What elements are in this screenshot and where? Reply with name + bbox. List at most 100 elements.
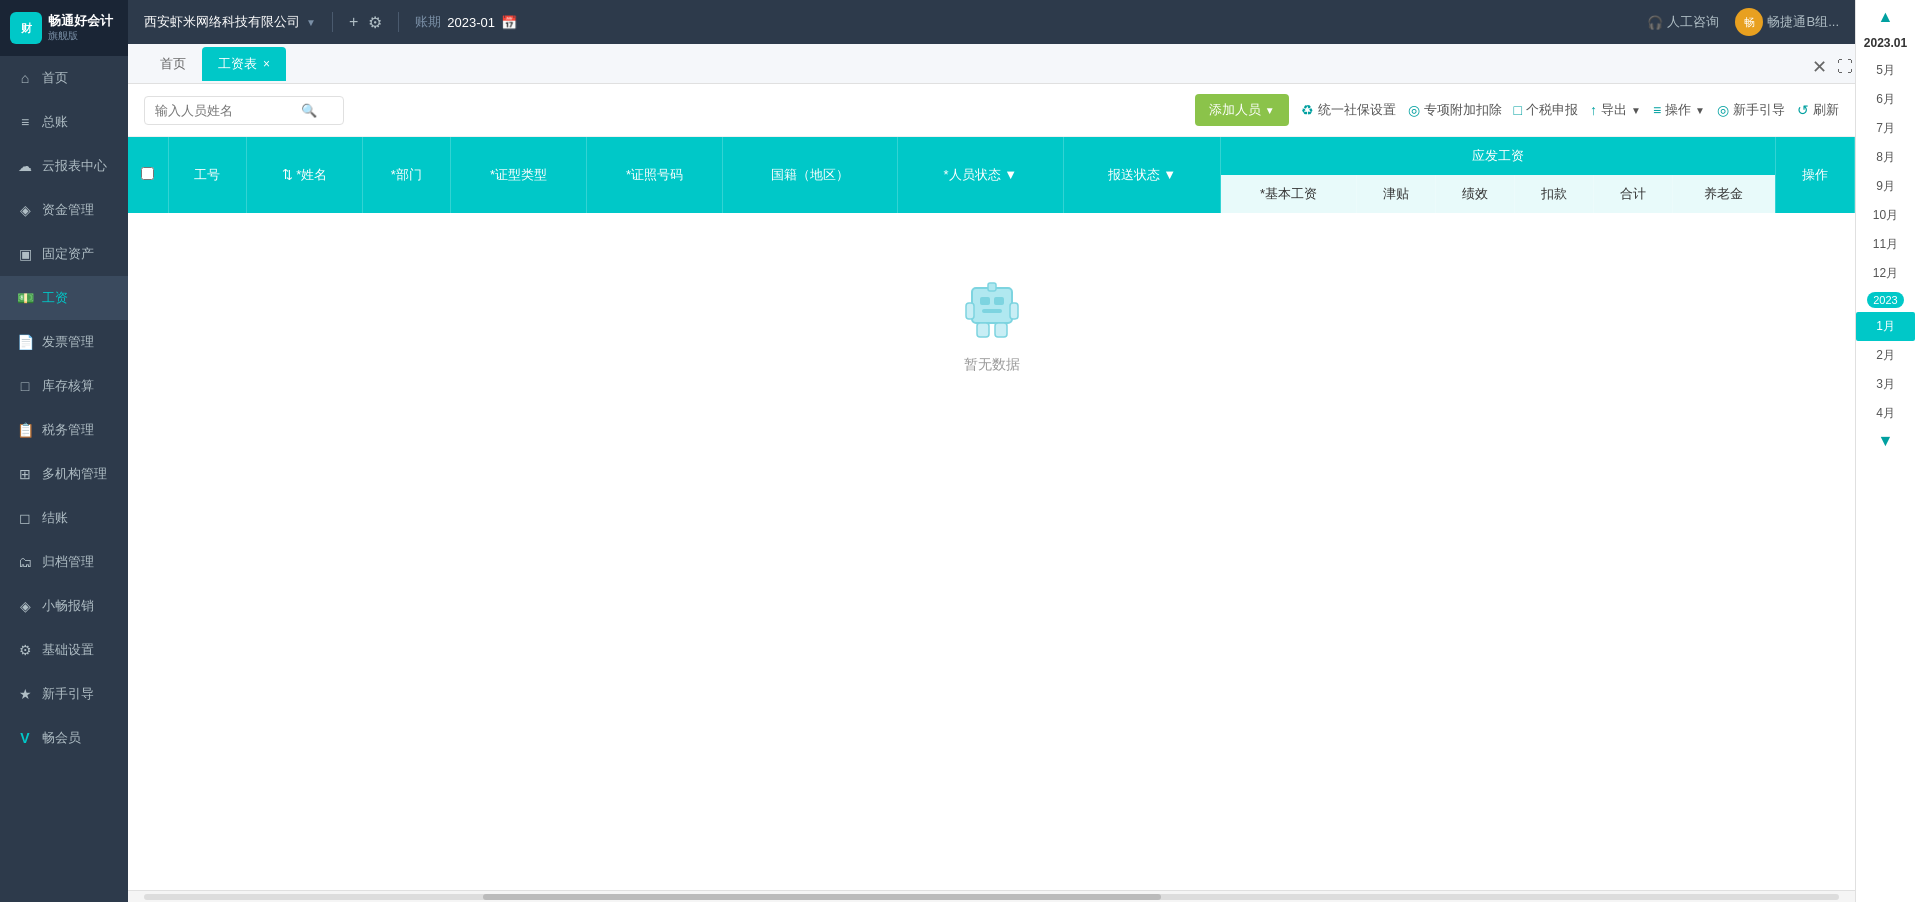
company-settings-button[interactable]: ⚙ bbox=[368, 13, 382, 32]
month-item-8[interactable]: 8月 bbox=[1856, 143, 1915, 172]
sidebar-item-label: 固定资产 bbox=[42, 245, 94, 263]
export-label: 导出 bbox=[1601, 101, 1627, 119]
svg-rect-2 bbox=[994, 297, 1004, 305]
salary-icon: 💵 bbox=[16, 290, 34, 306]
special-deduction-label: 专项附加扣除 bbox=[1424, 101, 1502, 119]
select-all-checkbox[interactable] bbox=[141, 167, 154, 180]
month-item-7[interactable]: 7月 bbox=[1856, 114, 1915, 143]
tab-salary-table[interactable]: 工资表 × bbox=[202, 47, 286, 81]
sidebar-item-settings[interactable]: ⚙ 基础设置 bbox=[0, 628, 128, 672]
special-deduction-button[interactable]: ◎ 专项附加扣除 bbox=[1408, 101, 1502, 119]
period-value: 2023-01 bbox=[447, 15, 495, 30]
person-status-filter-icon[interactable]: ▼ bbox=[1004, 167, 1017, 182]
sidebar-item-member[interactable]: V 畅会员 bbox=[0, 716, 128, 760]
logo-text: 畅通好会计 bbox=[48, 13, 113, 29]
right-panel: ▲ 2023.01 5月 6月 7月 8月 9月 10月 11月 12月 202… bbox=[1855, 0, 1915, 902]
svg-rect-8 bbox=[995, 323, 1007, 337]
sidebar-item-cloud-report[interactable]: ☁ 云报表中心 bbox=[0, 144, 128, 188]
svg-rect-7 bbox=[977, 323, 989, 337]
month-item-4[interactable]: 4月 bbox=[1856, 399, 1915, 428]
horizontal-scrollbar[interactable] bbox=[128, 890, 1855, 902]
tab-salary-label: 工资表 bbox=[218, 55, 257, 73]
cloud-icon: ☁ bbox=[16, 158, 34, 174]
sidebar-item-guide[interactable]: ★ 新手引导 bbox=[0, 672, 128, 716]
year-badge: 2023 bbox=[1867, 292, 1903, 308]
svg-rect-3 bbox=[982, 309, 1002, 313]
topbar-divider-2 bbox=[398, 12, 399, 32]
panel-down-arrow[interactable]: ▼ bbox=[1874, 428, 1898, 454]
month-item-9[interactable]: 9月 bbox=[1856, 172, 1915, 201]
search-box[interactable]: 🔍 bbox=[144, 96, 344, 125]
search-input[interactable] bbox=[155, 103, 295, 118]
user-menu[interactable]: 畅 畅捷通B组... bbox=[1735, 8, 1839, 36]
period-label: 账期 bbox=[415, 13, 441, 31]
close-panel-icon[interactable]: ✕ bbox=[1812, 56, 1827, 78]
scrollbar-thumb[interactable] bbox=[483, 894, 1161, 900]
th-base-salary: *基本工资 bbox=[1221, 175, 1357, 213]
month-item-12[interactable]: 12月 bbox=[1856, 259, 1915, 288]
panel-period: 2023.01 bbox=[1860, 30, 1911, 56]
add-chevron-icon: ▼ bbox=[1265, 105, 1275, 116]
sidebar-item-label: 归档管理 bbox=[42, 553, 94, 571]
month-item-6[interactable]: 6月 bbox=[1856, 85, 1915, 114]
month-item-3[interactable]: 3月 bbox=[1856, 370, 1915, 399]
th-name: ⇅ *姓名 bbox=[247, 137, 362, 213]
sidebar-item-inventory[interactable]: □ 库存核算 bbox=[0, 364, 128, 408]
export-icon: ↑ bbox=[1590, 102, 1597, 118]
personal-tax-button[interactable]: □ 个税申报 bbox=[1514, 101, 1578, 119]
sidebar-item-expense[interactable]: ◈ 小畅报销 bbox=[0, 584, 128, 628]
period-selector[interactable]: 账期 2023-01 📅 bbox=[415, 13, 517, 31]
sidebar-item-invoice[interactable]: 📄 发票管理 bbox=[0, 320, 128, 364]
add-person-button[interactable]: 添加人员 ▼ bbox=[1195, 94, 1289, 126]
guide-label: 新手引导 bbox=[1733, 101, 1785, 119]
sidebar-item-ledger[interactable]: ≡ 总账 bbox=[0, 100, 128, 144]
refresh-button[interactable]: ↺ 刷新 bbox=[1797, 101, 1839, 119]
empty-illustration bbox=[952, 273, 1032, 353]
export-button[interactable]: ↑ 导出 ▼ bbox=[1590, 101, 1641, 119]
asset-icon: ▣ bbox=[16, 246, 34, 262]
sidebar-item-label: 发票管理 bbox=[42, 333, 94, 351]
sidebar-item-archive[interactable]: 🗂 归档管理 bbox=[0, 540, 128, 584]
month-item-2[interactable]: 2月 bbox=[1856, 341, 1915, 370]
month-item-10[interactable]: 10月 bbox=[1856, 201, 1915, 230]
sidebar-item-salary[interactable]: 💵 工资 bbox=[0, 276, 128, 320]
table-container: 工号 ⇅ *姓名 *部门 *证型类型 *证照号码 国籍（地区） *人员状态 ▼ … bbox=[128, 137, 1855, 890]
content-area: 🔍 添加人员 ▼ ♻ 统一社保设置 ◎ 专项附加扣除 □ 个税申报 bbox=[128, 84, 1855, 902]
sidebar-item-home[interactable]: ⌂ 首页 bbox=[0, 56, 128, 100]
add-company-button[interactable]: + bbox=[349, 13, 358, 31]
archive-icon: 🗂 bbox=[16, 554, 34, 570]
table-header-row-1: 工号 ⇅ *姓名 *部门 *证型类型 *证照号码 国籍（地区） *人员状态 ▼ … bbox=[128, 137, 1855, 175]
sidebar-item-tax[interactable]: 📋 税务管理 bbox=[0, 408, 128, 452]
sidebar-item-multi-org[interactable]: ⊞ 多机构管理 bbox=[0, 452, 128, 496]
guide-button[interactable]: ◎ 新手引导 bbox=[1717, 101, 1785, 119]
sidebar-logo: 财 畅通好会计 旗舰版 bbox=[0, 0, 128, 56]
sidebar: 财 畅通好会计 旗舰版 ⌂ 首页 ≡ 总账 ☁ 云报表中心 ◈ 资金管理 ▣ 固… bbox=[0, 0, 128, 902]
expand-panel-icon[interactable]: ⛶ bbox=[1837, 58, 1853, 76]
company-selector[interactable]: 西安虾米网络科技有限公司 ▼ bbox=[144, 13, 316, 31]
panel-up-arrow[interactable]: ▲ bbox=[1874, 4, 1898, 30]
month-item-1[interactable]: 1月 bbox=[1856, 312, 1915, 341]
tab-close-icon[interactable]: × bbox=[263, 57, 270, 71]
month-item-5[interactable]: 5月 bbox=[1856, 56, 1915, 85]
company-chevron-icon: ▼ bbox=[306, 17, 316, 28]
th-pension: 养老金 bbox=[1673, 175, 1776, 213]
close-book-icon: ◻ bbox=[16, 510, 34, 526]
checkbox-header[interactable] bbox=[128, 137, 168, 213]
sidebar-item-close[interactable]: ◻ 结账 bbox=[0, 496, 128, 540]
report-status-filter-icon[interactable]: ▼ bbox=[1163, 167, 1176, 182]
salary-table: 工号 ⇅ *姓名 *部门 *证型类型 *证照号码 国籍（地区） *人员状态 ▼ … bbox=[128, 137, 1855, 213]
sidebar-item-fund[interactable]: ◈ 资金管理 bbox=[0, 188, 128, 232]
tab-home[interactable]: 首页 bbox=[144, 47, 202, 81]
operations-icon: ≡ bbox=[1653, 102, 1661, 118]
toolbar-right: 添加人员 ▼ ♻ 统一社保设置 ◎ 专项附加扣除 □ 个税申报 ↑ 导出 bbox=[1195, 94, 1839, 126]
support-button[interactable]: 🎧 人工咨询 bbox=[1647, 13, 1719, 31]
svg-rect-6 bbox=[1010, 303, 1018, 319]
social-insurance-button[interactable]: ♻ 统一社保设置 bbox=[1301, 101, 1396, 119]
calendar-icon[interactable]: 📅 bbox=[501, 15, 517, 30]
operations-button[interactable]: ≡ 操作 ▼ bbox=[1653, 101, 1705, 119]
sidebar-item-label: 首页 bbox=[42, 69, 68, 87]
personal-tax-icon: □ bbox=[1514, 102, 1522, 118]
month-item-11[interactable]: 11月 bbox=[1856, 230, 1915, 259]
sidebar-item-label: 基础设置 bbox=[42, 641, 94, 659]
sidebar-item-asset[interactable]: ▣ 固定资产 bbox=[0, 232, 128, 276]
